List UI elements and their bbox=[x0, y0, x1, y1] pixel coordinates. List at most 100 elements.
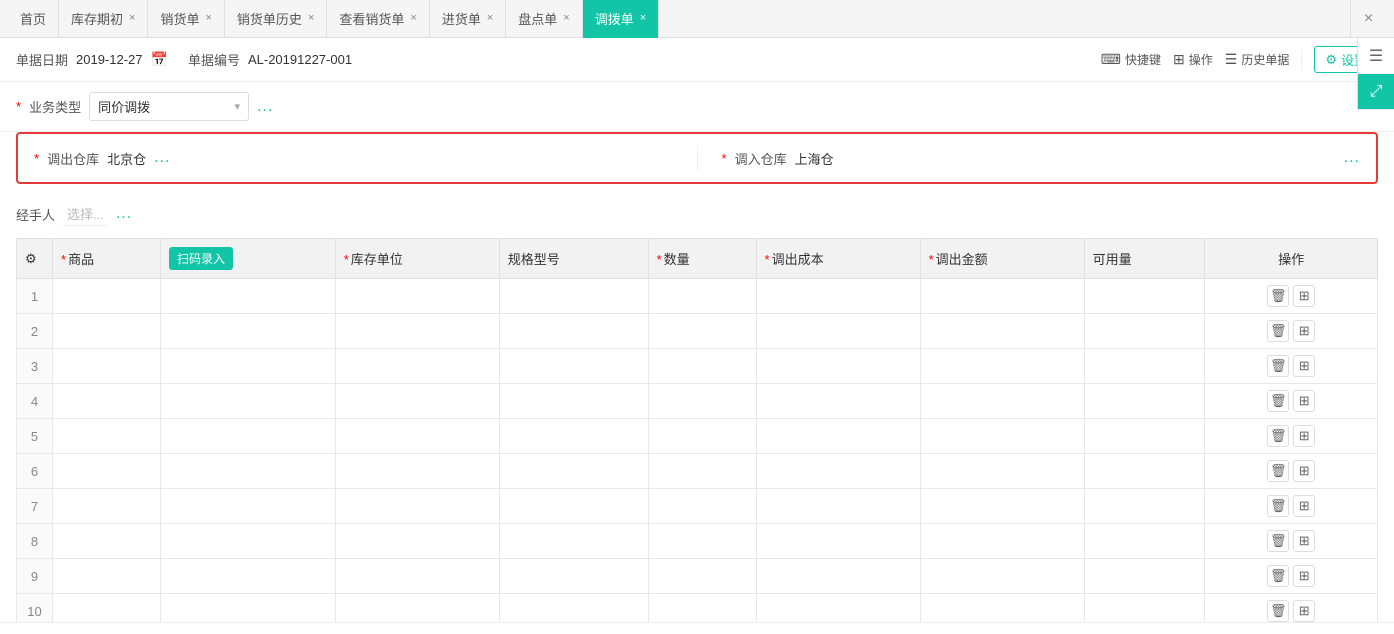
delete-icon[interactable]: 🗑 bbox=[1267, 285, 1289, 307]
cell-qty[interactable] bbox=[648, 349, 756, 384]
cell-spec[interactable] bbox=[499, 594, 648, 623]
cell-unit[interactable] bbox=[335, 314, 499, 349]
cell-amount[interactable] bbox=[920, 349, 1084, 384]
cell-product[interactable] bbox=[53, 314, 161, 349]
cell-qty[interactable] bbox=[648, 524, 756, 559]
window-close-button[interactable]: × bbox=[1350, 0, 1386, 38]
copy-icon[interactable]: ⊞ bbox=[1293, 530, 1315, 552]
delete-icon[interactable]: 🗑 bbox=[1267, 530, 1289, 552]
cell-spec[interactable] bbox=[499, 524, 648, 559]
cell-spec[interactable] bbox=[499, 419, 648, 454]
cell-unit[interactable] bbox=[335, 559, 499, 594]
person-input[interactable]: 选择... bbox=[63, 202, 108, 226]
cell-unit[interactable] bbox=[335, 279, 499, 314]
history-action[interactable]: ☰ 历史单据 bbox=[1225, 51, 1290, 68]
cell-product[interactable] bbox=[53, 419, 161, 454]
cell-unit[interactable] bbox=[335, 419, 499, 454]
copy-icon[interactable]: ⊞ bbox=[1293, 355, 1315, 377]
cell-unit[interactable] bbox=[335, 489, 499, 524]
cell-amount[interactable] bbox=[920, 594, 1084, 623]
th-gear[interactable]: ⚙ bbox=[17, 239, 53, 279]
cell-product[interactable] bbox=[53, 489, 161, 524]
cell-cost[interactable] bbox=[756, 384, 920, 419]
cell-product[interactable] bbox=[53, 559, 161, 594]
delete-icon[interactable]: 🗑 bbox=[1267, 425, 1289, 447]
cell-product[interactable] bbox=[53, 279, 161, 314]
sidebar-list-icon[interactable]: ☰ bbox=[1358, 38, 1394, 74]
warehouse-out-more[interactable]: ... bbox=[154, 149, 170, 167]
tab-transfer-order-close[interactable]: × bbox=[640, 13, 646, 24]
cell-unit[interactable] bbox=[335, 384, 499, 419]
cell-amount[interactable] bbox=[920, 489, 1084, 524]
cell-amount[interactable] bbox=[920, 384, 1084, 419]
tab-purchase-order[interactable]: 进货单 × bbox=[430, 0, 506, 38]
cell-qty[interactable] bbox=[648, 384, 756, 419]
cell-spec[interactable] bbox=[499, 489, 648, 524]
cell-cost[interactable] bbox=[756, 349, 920, 384]
tab-inventory-init-close[interactable]: × bbox=[129, 13, 135, 24]
delete-icon[interactable]: 🗑 bbox=[1267, 495, 1289, 517]
cell-cost[interactable] bbox=[756, 314, 920, 349]
cell-qty[interactable] bbox=[648, 489, 756, 524]
cell-amount[interactable] bbox=[920, 524, 1084, 559]
tab-sales-history-close[interactable]: × bbox=[308, 13, 314, 24]
copy-icon[interactable]: ⊞ bbox=[1293, 565, 1315, 587]
copy-icon[interactable]: ⊞ bbox=[1293, 320, 1315, 342]
tab-home[interactable]: 首页 bbox=[8, 0, 59, 38]
cell-cost[interactable] bbox=[756, 524, 920, 559]
cell-spec[interactable] bbox=[499, 454, 648, 489]
tab-inventory-check[interactable]: 盘点单 × bbox=[506, 0, 582, 38]
cell-cost[interactable] bbox=[756, 454, 920, 489]
tab-sales-history[interactable]: 销货单历史 × bbox=[225, 0, 327, 38]
cell-spec[interactable] bbox=[499, 384, 648, 419]
cell-qty[interactable] bbox=[648, 419, 756, 454]
warehouse-in-more[interactable]: ... bbox=[1344, 149, 1360, 167]
person-more[interactable]: ... bbox=[116, 205, 132, 223]
cell-amount[interactable] bbox=[920, 454, 1084, 489]
cell-cost[interactable] bbox=[756, 594, 920, 623]
copy-icon[interactable]: ⊞ bbox=[1293, 390, 1315, 412]
copy-icon[interactable]: ⊞ bbox=[1293, 495, 1315, 517]
cell-unit[interactable] bbox=[335, 524, 499, 559]
cell-product[interactable] bbox=[53, 384, 161, 419]
delete-icon[interactable]: 🗑 bbox=[1267, 565, 1289, 587]
cell-qty[interactable] bbox=[648, 594, 756, 623]
cell-qty[interactable] bbox=[648, 454, 756, 489]
tab-inventory-check-close[interactable]: × bbox=[563, 13, 569, 24]
cell-qty[interactable] bbox=[648, 279, 756, 314]
operation-action[interactable]: ⊞ 操作 bbox=[1173, 51, 1213, 68]
tab-view-sales[interactable]: 查看销货单 × bbox=[327, 0, 429, 38]
cell-cost[interactable] bbox=[756, 489, 920, 524]
cell-spec[interactable] bbox=[499, 279, 648, 314]
delete-icon[interactable]: 🗑 bbox=[1267, 390, 1289, 412]
tab-transfer-order[interactable]: 调拨单 × bbox=[583, 0, 659, 38]
cell-product[interactable] bbox=[53, 454, 161, 489]
cell-product[interactable] bbox=[53, 524, 161, 559]
delete-icon[interactable]: 🗑 bbox=[1267, 600, 1289, 622]
cell-unit[interactable] bbox=[335, 349, 499, 384]
sidebar-expand-icon[interactable]: ⤢ bbox=[1358, 74, 1394, 110]
tab-sales-order[interactable]: 销货单 × bbox=[148, 0, 224, 38]
copy-icon[interactable]: ⊞ bbox=[1293, 285, 1315, 307]
cell-product[interactable] bbox=[53, 349, 161, 384]
delete-icon[interactable]: 🗑 bbox=[1267, 355, 1289, 377]
delete-icon[interactable]: 🗑 bbox=[1267, 320, 1289, 342]
cell-qty[interactable] bbox=[648, 559, 756, 594]
tab-view-sales-close[interactable]: × bbox=[410, 13, 416, 24]
cell-amount[interactable] bbox=[920, 314, 1084, 349]
cell-spec[interactable] bbox=[499, 559, 648, 594]
cell-unit[interactable] bbox=[335, 594, 499, 623]
business-type-select[interactable]: 同价调拨 ▾ bbox=[89, 92, 249, 121]
copy-icon[interactable]: ⊞ bbox=[1293, 460, 1315, 482]
cell-amount[interactable] bbox=[920, 559, 1084, 594]
cell-spec[interactable] bbox=[499, 314, 648, 349]
cell-amount[interactable] bbox=[920, 419, 1084, 454]
cell-cost[interactable] bbox=[756, 419, 920, 454]
cell-amount[interactable] bbox=[920, 279, 1084, 314]
cell-qty[interactable] bbox=[648, 314, 756, 349]
copy-icon[interactable]: ⊞ bbox=[1293, 600, 1315, 622]
cell-cost[interactable] bbox=[756, 559, 920, 594]
delete-icon[interactable]: 🗑 bbox=[1267, 460, 1289, 482]
shortcut-action[interactable]: ⌨ 快捷键 bbox=[1101, 51, 1161, 68]
business-type-more[interactable]: ... bbox=[257, 98, 273, 116]
